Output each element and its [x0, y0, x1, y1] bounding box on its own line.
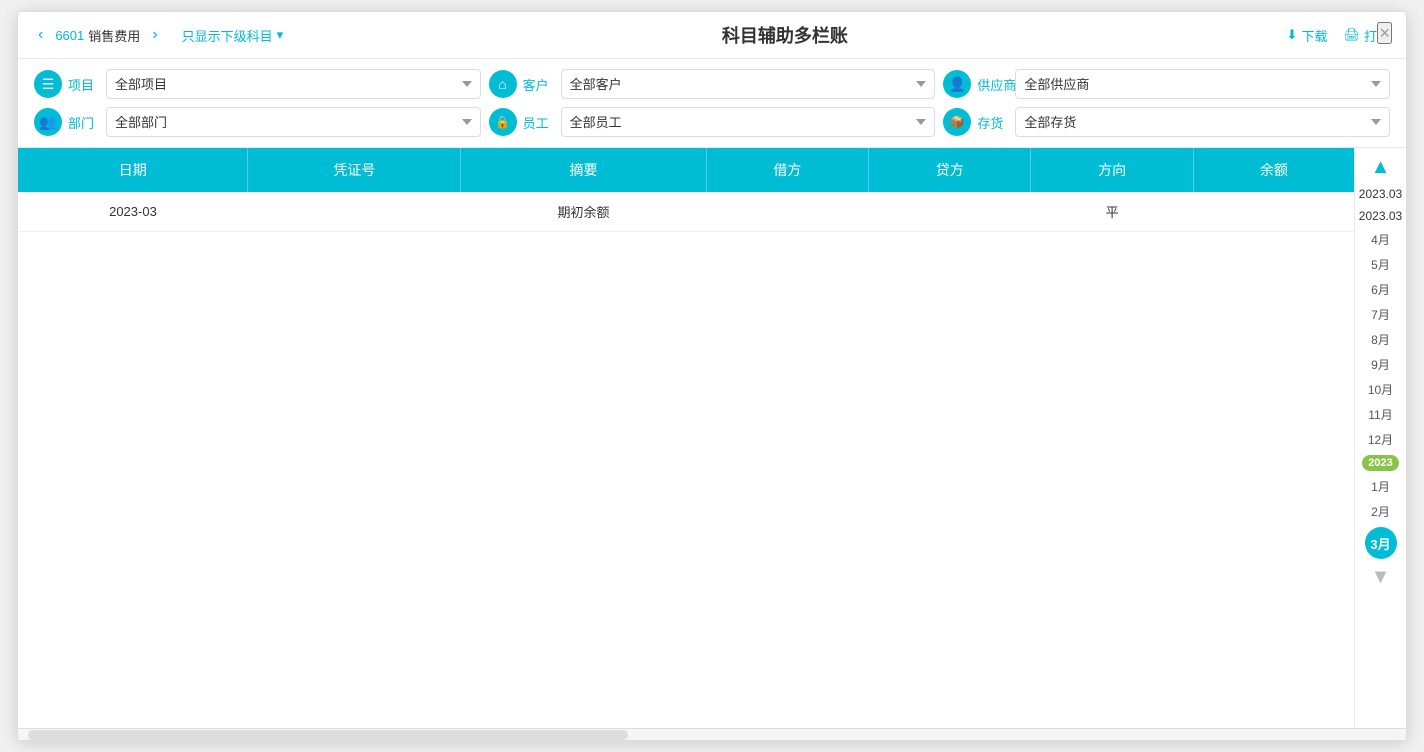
header-actions: ⬇ 下载 🖨 打印: [1287, 26, 1390, 45]
timeline-period-11[interactable]: 11月: [1366, 402, 1394, 427]
timeline-period-2023-03-2[interactable]: 2023.03: [1357, 205, 1404, 227]
department-select[interactable]: 全部部门: [106, 107, 481, 137]
department-label: 部门: [68, 113, 100, 132]
bottom-scrollbar[interactable]: [18, 728, 1406, 740]
nav-next-button[interactable]: ›: [148, 26, 161, 44]
filter-inventory: 📦 存货 全部存货: [943, 107, 1390, 137]
col-voucher: 凭证号: [248, 148, 461, 192]
timeline-period-1[interactable]: 1月: [1369, 474, 1392, 499]
timeline-period-2023-03-1[interactable]: 2023.03: [1357, 183, 1404, 205]
data-table: 日期 凭证号 摘要 借方 贷方 方向 余额 2023-03 期初余额: [18, 148, 1354, 232]
account-code: 6601: [55, 28, 84, 43]
timeline-period-5[interactable]: 5月: [1369, 252, 1392, 277]
inventory-icon: 📦: [943, 108, 971, 136]
download-icon: ⬇: [1287, 27, 1298, 43]
table-area: 日期 凭证号 摘要 借方 贷方 方向 余额 2023-03 期初余额: [18, 148, 1354, 728]
page-title: 科目辅助多栏账: [283, 22, 1286, 48]
cell-balance: [1193, 192, 1354, 232]
show-sub-button[interactable]: 只显示下级科目 ▾: [182, 26, 284, 45]
account-name: 销售费用: [88, 26, 140, 45]
cell-summary: 期初余额: [461, 192, 706, 232]
col-direction: 方向: [1031, 148, 1193, 192]
year-badge-2023: 2023: [1362, 455, 1398, 471]
filter-project: ☰ 项目 全部项目: [34, 69, 481, 99]
customer-select[interactable]: 全部客户: [561, 69, 936, 99]
customer-icon: ⌂: [489, 70, 517, 98]
print-icon: 🖨: [1343, 27, 1360, 43]
employee-select[interactable]: 全部员工: [561, 107, 936, 137]
col-balance: 余额: [1193, 148, 1354, 192]
project-select[interactable]: 全部项目: [106, 69, 481, 99]
filter-department: 👥 部门 全部部门: [34, 107, 481, 137]
account-code-box: 6601 销售费用: [55, 26, 140, 45]
timeline-period-12[interactable]: 12月: [1366, 427, 1395, 452]
filter-supplier: 👤 供应商 全部供应商: [943, 69, 1390, 99]
col-debit: 借方: [706, 148, 868, 192]
filter-customer: ⌂ 客户 全部客户: [489, 69, 936, 99]
cell-credit: [869, 192, 1031, 232]
project-label: 项目: [68, 75, 100, 94]
col-date: 日期: [18, 148, 248, 192]
inventory-label: 存货: [977, 113, 1009, 132]
customer-label: 客户: [523, 75, 555, 94]
table-row[interactable]: 2023-03 期初余额 平: [18, 192, 1354, 232]
timeline-up-button[interactable]: ▲: [1371, 152, 1391, 183]
timeline-period-3-active[interactable]: 3月: [1365, 527, 1397, 559]
content-area: 日期 凭证号 摘要 借方 贷方 方向 余额 2023-03 期初余额: [18, 148, 1406, 728]
timeline-period-7[interactable]: 7月: [1369, 302, 1392, 327]
timeline-period-6[interactable]: 6月: [1369, 277, 1392, 302]
timeline-period-8[interactable]: 8月: [1369, 327, 1392, 352]
employee-icon: 🔒: [489, 108, 517, 136]
cell-direction: 平: [1031, 192, 1193, 232]
timeline-down-button[interactable]: ▼: [1371, 562, 1391, 593]
employee-label: 员工: [523, 113, 555, 132]
supplier-label: 供应商: [977, 75, 1009, 94]
timeline-period-2[interactable]: 2月: [1369, 499, 1392, 524]
download-button[interactable]: ⬇ 下载: [1287, 26, 1328, 45]
supplier-select[interactable]: 全部供应商: [1015, 69, 1390, 99]
timeline-period-4[interactable]: 4月: [1369, 227, 1392, 252]
project-icon: ☰: [34, 70, 62, 98]
show-sub-label: 只显示下级科目: [182, 26, 273, 45]
cell-voucher: [248, 192, 461, 232]
supplier-icon: 👤: [943, 70, 971, 98]
cell-debit: [706, 192, 868, 232]
close-button[interactable]: ×: [1377, 22, 1392, 44]
cell-date: 2023-03: [18, 192, 248, 232]
nav-prev-button[interactable]: ‹: [34, 26, 47, 44]
inventory-select[interactable]: 全部存货: [1015, 107, 1390, 137]
header: ‹ 6601 销售费用 › 只显示下级科目 ▾ 科目辅助多栏账 ⬇ 下载 🖨 打…: [18, 12, 1406, 59]
modal-container: × ‹ 6601 销售费用 › 只显示下级科目 ▾ 科目辅助多栏账 ⬇ 下载 🖨…: [17, 11, 1407, 741]
timeline-sidebar: ▲ 2023.03 2023.03 4月 5月 6月 7月 8月 9月 10月 …: [1354, 148, 1406, 728]
col-summary: 摘要: [461, 148, 706, 192]
timeline-period-9[interactable]: 9月: [1369, 352, 1392, 377]
timeline-period-10[interactable]: 10月: [1366, 377, 1395, 402]
scrollbar-thumb: [28, 730, 628, 740]
filter-bar: ☰ 项目 全部项目 ⌂ 客户 全部客户 👤 供应商 全部供应商 👥 部门 全部部: [18, 59, 1406, 148]
download-label: 下载: [1301, 26, 1327, 45]
filter-employee: 🔒 员工 全部员工: [489, 107, 936, 137]
col-credit: 贷方: [869, 148, 1031, 192]
department-icon: 👥: [34, 108, 62, 136]
